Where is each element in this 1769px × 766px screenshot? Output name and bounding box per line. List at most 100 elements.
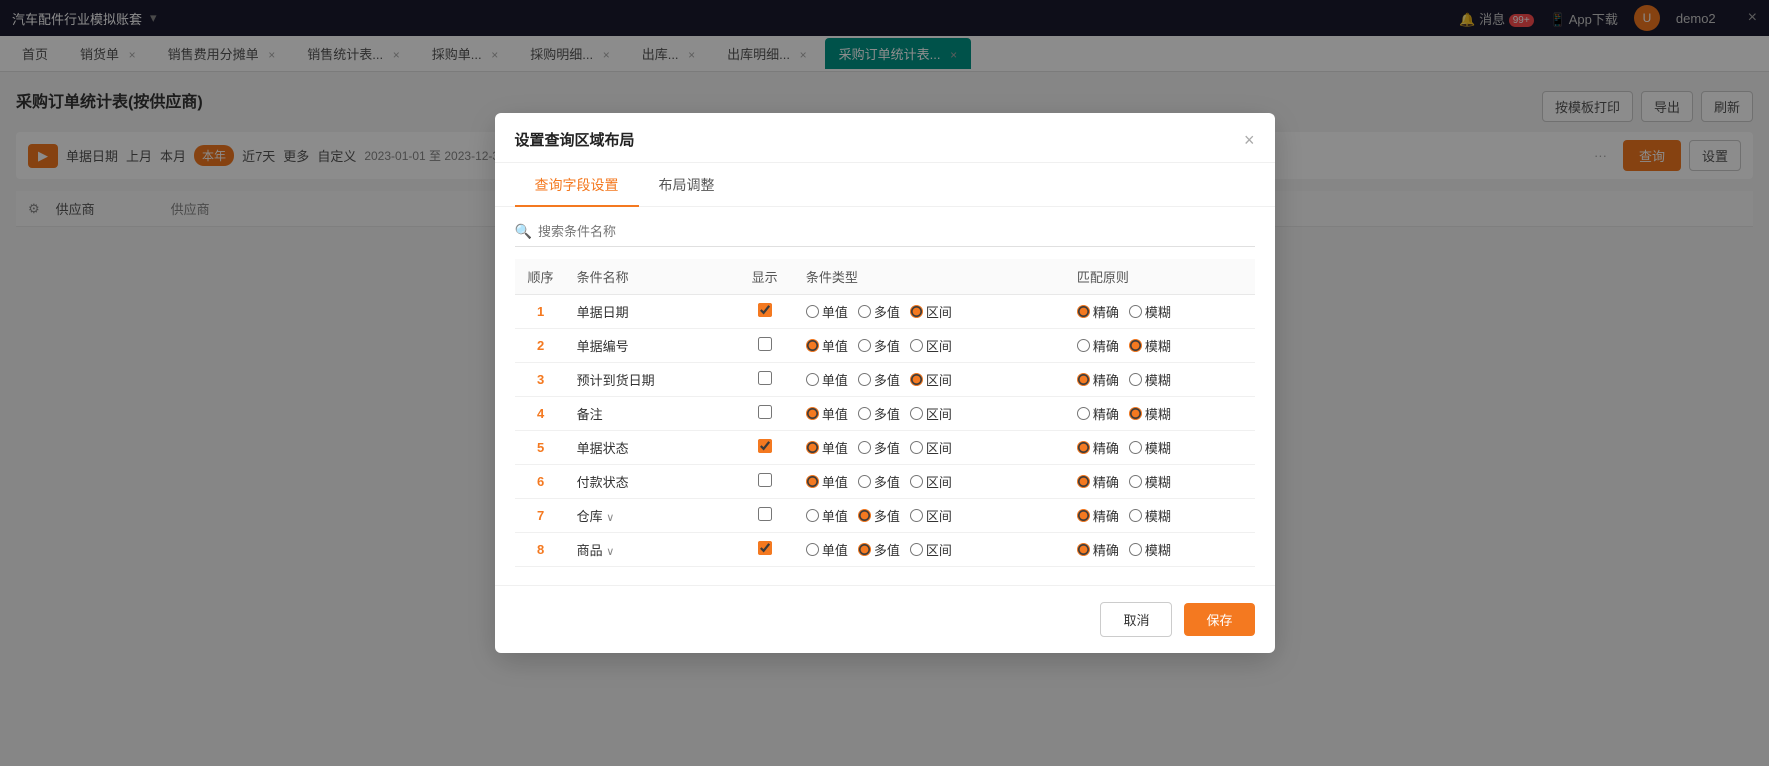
match-fuzzy-label[interactable]: 模糊 xyxy=(1129,336,1171,355)
type-range-radio[interactable] xyxy=(910,543,923,556)
type-multi-label[interactable]: 多值 xyxy=(858,506,900,525)
type-multi-radio[interactable] xyxy=(858,407,871,420)
type-multi-label[interactable]: 多值 xyxy=(858,370,900,389)
display-checkbox-wrap[interactable] xyxy=(758,441,772,456)
type-single-radio[interactable] xyxy=(806,373,819,386)
display-checkbox[interactable] xyxy=(758,439,772,453)
type-single-label[interactable]: 单值 xyxy=(806,438,848,457)
match-fuzzy-radio[interactable] xyxy=(1129,509,1142,522)
match-exact-radio[interactable] xyxy=(1077,509,1090,522)
match-exact-label[interactable]: 精确 xyxy=(1077,404,1119,423)
type-multi-radio[interactable] xyxy=(858,305,871,318)
type-multi-label[interactable]: 多值 xyxy=(858,472,900,491)
type-multi-radio[interactable] xyxy=(858,475,871,488)
match-fuzzy-label[interactable]: 模糊 xyxy=(1129,472,1171,491)
type-single-radio[interactable] xyxy=(806,509,819,522)
display-checkbox[interactable] xyxy=(758,337,772,351)
display-checkbox[interactable] xyxy=(758,541,772,555)
match-fuzzy-label[interactable]: 模糊 xyxy=(1129,302,1171,321)
type-single-label[interactable]: 单值 xyxy=(806,506,848,525)
display-checkbox-wrap[interactable] xyxy=(758,305,772,320)
type-single-label[interactable]: 单值 xyxy=(806,302,848,321)
type-range-label[interactable]: 区间 xyxy=(910,472,952,491)
type-range-label[interactable]: 区间 xyxy=(910,370,952,389)
type-multi-radio[interactable] xyxy=(858,509,871,522)
match-fuzzy-label[interactable]: 模糊 xyxy=(1129,506,1171,525)
type-single-label[interactable]: 单值 xyxy=(806,472,848,491)
type-multi-label[interactable]: 多值 xyxy=(858,438,900,457)
type-single-radio[interactable] xyxy=(806,475,819,488)
type-single-label[interactable]: 单值 xyxy=(806,540,848,559)
match-exact-radio[interactable] xyxy=(1077,339,1090,352)
match-exact-label[interactable]: 精确 xyxy=(1077,336,1119,355)
match-exact-radio[interactable] xyxy=(1077,475,1090,488)
display-checkbox[interactable] xyxy=(758,371,772,385)
type-multi-radio[interactable] xyxy=(858,339,871,352)
match-exact-label[interactable]: 精确 xyxy=(1077,438,1119,457)
type-multi-radio[interactable] xyxy=(858,441,871,454)
match-exact-label[interactable]: 精确 xyxy=(1077,472,1119,491)
match-fuzzy-radio[interactable] xyxy=(1129,543,1142,556)
display-checkbox-wrap[interactable] xyxy=(758,339,772,354)
match-fuzzy-radio[interactable] xyxy=(1129,441,1142,454)
match-fuzzy-radio[interactable] xyxy=(1129,475,1142,488)
modal-close-button[interactable]: × xyxy=(1244,131,1255,149)
type-single-label[interactable]: 单值 xyxy=(806,336,848,355)
match-fuzzy-label[interactable]: 模糊 xyxy=(1129,438,1171,457)
match-exact-radio[interactable] xyxy=(1077,305,1090,318)
match-exact-label[interactable]: 精确 xyxy=(1077,506,1119,525)
type-single-radio[interactable] xyxy=(806,305,819,318)
type-range-label[interactable]: 区间 xyxy=(910,404,952,423)
type-range-radio[interactable] xyxy=(910,475,923,488)
display-checkbox-wrap[interactable] xyxy=(758,543,772,558)
display-checkbox[interactable] xyxy=(758,303,772,317)
match-fuzzy-radio[interactable] xyxy=(1129,407,1142,420)
type-multi-label[interactable]: 多值 xyxy=(858,540,900,559)
match-exact-radio[interactable] xyxy=(1077,543,1090,556)
type-range-label[interactable]: 区间 xyxy=(910,438,952,457)
type-range-radio[interactable] xyxy=(910,339,923,352)
match-exact-radio[interactable] xyxy=(1077,373,1090,386)
type-range-radio[interactable] xyxy=(910,441,923,454)
display-checkbox-wrap[interactable] xyxy=(758,373,772,388)
match-exact-label[interactable]: 精确 xyxy=(1077,370,1119,389)
display-checkbox[interactable] xyxy=(758,473,772,487)
tab-layout-adjust[interactable]: 布局调整 xyxy=(639,163,735,207)
type-single-radio[interactable] xyxy=(806,543,819,556)
type-multi-radio[interactable] xyxy=(858,373,871,386)
save-button[interactable]: 保存 xyxy=(1184,603,1254,636)
type-range-label[interactable]: 区间 xyxy=(910,540,952,559)
display-checkbox-wrap[interactable] xyxy=(758,407,772,422)
type-range-radio[interactable] xyxy=(910,407,923,420)
type-range-label[interactable]: 区间 xyxy=(910,302,952,321)
display-checkbox[interactable] xyxy=(758,405,772,419)
match-fuzzy-label[interactable]: 模糊 xyxy=(1129,404,1171,423)
type-single-radio[interactable] xyxy=(806,339,819,352)
display-checkbox[interactable] xyxy=(758,507,772,521)
match-fuzzy-radio[interactable] xyxy=(1129,339,1142,352)
type-multi-label[interactable]: 多值 xyxy=(858,336,900,355)
display-checkbox-wrap[interactable] xyxy=(758,475,772,490)
type-range-label[interactable]: 区间 xyxy=(910,336,952,355)
type-range-radio[interactable] xyxy=(910,305,923,318)
search-input[interactable] xyxy=(538,224,738,239)
type-multi-label[interactable]: 多值 xyxy=(858,302,900,321)
type-single-radio[interactable] xyxy=(806,441,819,454)
type-single-radio[interactable] xyxy=(806,407,819,420)
match-fuzzy-label[interactable]: 模糊 xyxy=(1129,370,1171,389)
type-range-label[interactable]: 区间 xyxy=(910,506,952,525)
match-fuzzy-radio[interactable] xyxy=(1129,305,1142,318)
display-checkbox-wrap[interactable] xyxy=(758,509,772,524)
tab-query-fields[interactable]: 查询字段设置 xyxy=(515,163,639,207)
type-multi-radio[interactable] xyxy=(858,543,871,556)
cancel-button[interactable]: 取消 xyxy=(1100,602,1172,637)
match-exact-label[interactable]: 精确 xyxy=(1077,302,1119,321)
type-range-radio[interactable] xyxy=(910,509,923,522)
match-exact-label[interactable]: 精确 xyxy=(1077,540,1119,559)
match-fuzzy-label[interactable]: 模糊 xyxy=(1129,540,1171,559)
type-range-radio[interactable] xyxy=(910,373,923,386)
type-single-label[interactable]: 单值 xyxy=(806,404,848,423)
match-exact-radio[interactable] xyxy=(1077,441,1090,454)
type-single-label[interactable]: 单值 xyxy=(806,370,848,389)
match-exact-radio[interactable] xyxy=(1077,407,1090,420)
